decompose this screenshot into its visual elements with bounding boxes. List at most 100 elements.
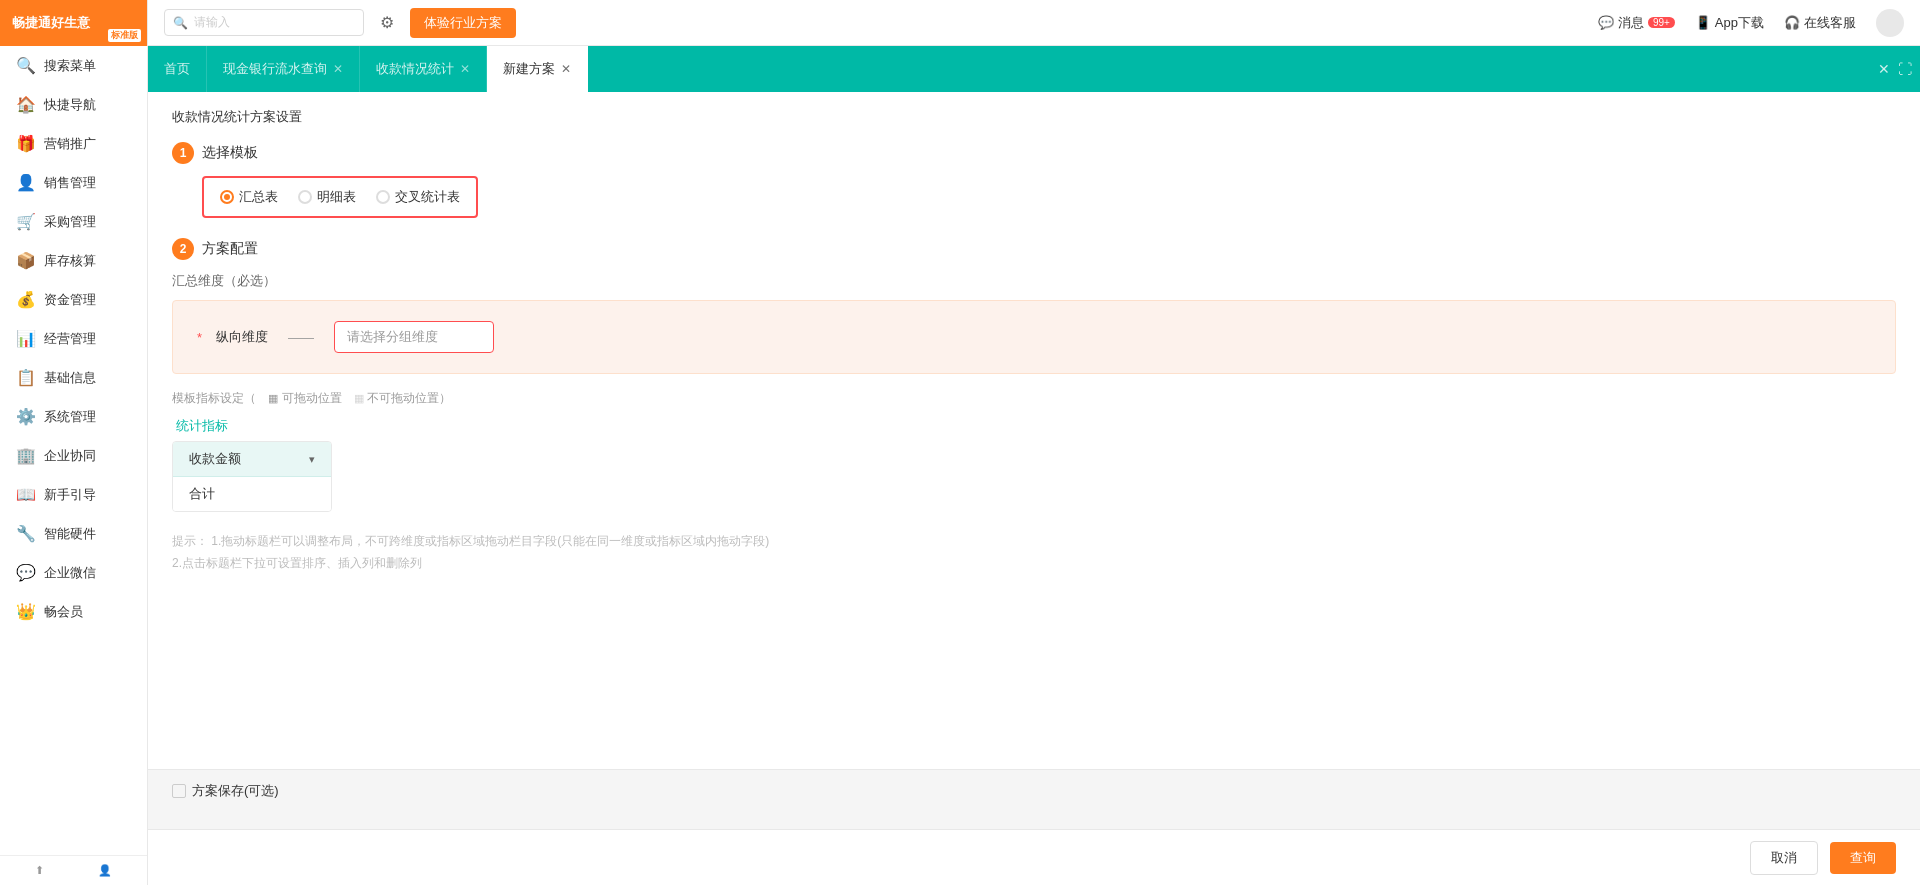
sidebar-item-label: 基础信息 bbox=[44, 369, 96, 387]
user-icon: 👤 bbox=[16, 173, 36, 192]
sidebar-item-wechat[interactable]: 💬 企业微信 bbox=[0, 553, 147, 592]
download-label: App下载 bbox=[1715, 14, 1764, 32]
metrics-section-label: 模板指标设定（ bbox=[172, 390, 256, 407]
metrics-table-header[interactable]: 收款金额 ▾ bbox=[173, 442, 331, 477]
maximize-window-icon[interactable]: ⛶ bbox=[1898, 61, 1912, 77]
drag-handle-icon: ▦ bbox=[268, 392, 278, 405]
sidebar-item-sales[interactable]: 👤 销售管理 bbox=[0, 163, 147, 202]
config-section: 汇总维度（必选） * 纵向维度 —— 请选择分组维度 bbox=[172, 272, 1896, 574]
notification-item[interactable]: 💬 消息 99+ bbox=[1598, 14, 1675, 32]
sidebar-item-label: 营销推广 bbox=[44, 135, 96, 153]
sidebar-logo: 畅捷通好生意 标准版 bbox=[0, 0, 147, 46]
step1-circle: 1 bbox=[172, 142, 194, 164]
gift-icon: 🎁 bbox=[16, 134, 36, 153]
tab-new-label: 新建方案 bbox=[503, 60, 555, 78]
sidebar-item-inventory[interactable]: 📦 库存核算 bbox=[0, 241, 147, 280]
sidebar-item-hardware[interactable]: 🔧 智能硬件 bbox=[0, 514, 147, 553]
step2-label: 方案配置 bbox=[202, 240, 258, 258]
logo-badge: 标准版 bbox=[108, 29, 141, 42]
search-placeholder: 请输入 bbox=[194, 14, 230, 31]
tip-1: 提示： 1.拖动标题栏可以调整布局，不可跨维度或指标区域拖动栏目字段(只能在同一… bbox=[172, 531, 1896, 553]
chevron-down-icon[interactable]: ▾ bbox=[309, 453, 315, 466]
radio-cross-label: 交叉统计表 bbox=[395, 188, 460, 206]
crown-icon: 👑 bbox=[16, 602, 36, 621]
main-area: 🔍 请输入 ⚙ 体验行业方案 💬 消息 99+ 📱 App下载 🎧 在线客服 首… bbox=[148, 0, 1920, 885]
tab-collection[interactable]: 收款情况统计 ✕ bbox=[360, 46, 487, 92]
download-icon: 📱 bbox=[1695, 15, 1711, 30]
draggable-label: 可拖动位置 bbox=[282, 390, 342, 407]
window-controls: ✕ ⛶ bbox=[1870, 46, 1920, 92]
industry-btn[interactable]: 体验行业方案 bbox=[410, 8, 516, 38]
sidebar-bottom-btn2[interactable]: 👤 bbox=[98, 864, 112, 877]
sidebar: 畅捷通好生意 标准版 🔍 搜索菜单 🏠 快捷导航 🎁 营销推广 👤 销售管理 🛒… bbox=[0, 0, 148, 885]
dimension-select[interactable]: 请选择分组维度 bbox=[334, 321, 494, 353]
metric-item-label: 收款金额 bbox=[189, 450, 241, 468]
book-icon: 📖 bbox=[16, 485, 36, 504]
metrics-section: 模板指标设定（ ▦ 可拖动位置 ▦ 不可拖动位置） 统计指标 bbox=[172, 390, 1896, 515]
box-icon: 📦 bbox=[16, 251, 36, 270]
tab-cashbank[interactable]: 现金银行流水查询 ✕ bbox=[207, 46, 360, 92]
cancel-button[interactable]: 取消 bbox=[1750, 841, 1818, 875]
sidebar-item-marketing[interactable]: 🎁 营销推广 bbox=[0, 124, 147, 163]
sidebar-item-search[interactable]: 🔍 搜索菜单 bbox=[0, 46, 147, 85]
non-draggable-indicator: ▦ 不可拖动位置） bbox=[354, 390, 451, 407]
radio-detail-label: 明细表 bbox=[317, 188, 356, 206]
sidebar-item-member[interactable]: 👑 畅会员 bbox=[0, 592, 147, 631]
sidebar-item-label: 企业协同 bbox=[44, 447, 96, 465]
close-icon[interactable]: ✕ bbox=[333, 62, 343, 76]
radio-circle-detail bbox=[298, 190, 312, 204]
settings-icon[interactable]: ⚙ bbox=[380, 13, 394, 32]
tabbar: 首页 现金银行流水查询 ✕ 收款情况统计 ✕ 新建方案 ✕ ✕ ⛶ bbox=[148, 46, 1920, 92]
radio-circle-summary bbox=[220, 190, 234, 204]
radio-detail[interactable]: 明细表 bbox=[298, 188, 356, 206]
gear-icon: ⚙️ bbox=[16, 407, 36, 426]
close-icon[interactable]: ✕ bbox=[561, 62, 571, 76]
search-icon: 🔍 bbox=[16, 56, 36, 75]
sidebar-bottom: ⬆ 👤 bbox=[0, 855, 147, 885]
required-star: * bbox=[197, 330, 202, 345]
notification-label: 消息 bbox=[1618, 14, 1644, 32]
radio-summary[interactable]: 汇总表 bbox=[220, 188, 278, 206]
service-item[interactable]: 🎧 在线客服 bbox=[1784, 14, 1856, 32]
topbar-search-box[interactable]: 🔍 请输入 bbox=[164, 9, 364, 36]
sidebar-item-finance[interactable]: 💰 资金管理 bbox=[0, 280, 147, 319]
query-button[interactable]: 查询 bbox=[1830, 842, 1896, 874]
page-content: 收款情况统计方案设置 1 选择模板 汇总表 明细表 bbox=[148, 92, 1920, 769]
template-selector: 汇总表 明细表 交叉统计表 bbox=[202, 176, 478, 218]
step2-header: 2 方案配置 bbox=[172, 238, 1896, 260]
non-draggable-label: 不可拖动位置） bbox=[367, 391, 451, 405]
home-icon: 🏠 bbox=[16, 95, 36, 114]
sidebar-item-nav[interactable]: 🏠 快捷导航 bbox=[0, 85, 147, 124]
sidebar-item-label: 资金管理 bbox=[44, 291, 96, 309]
save-checkbox[interactable] bbox=[172, 784, 186, 798]
topbar-right: 💬 消息 99+ 📱 App下载 🎧 在线客服 bbox=[1598, 9, 1904, 37]
tip-2: 2.点击标题栏下拉可设置排序、插入列和删除列 bbox=[172, 553, 1896, 575]
radio-cross[interactable]: 交叉统计表 bbox=[376, 188, 460, 206]
metrics-table-row: 合计 bbox=[173, 477, 331, 511]
dimension-row: * 纵向维度 —— 请选择分组维度 bbox=[197, 321, 1871, 353]
sidebar-item-guide[interactable]: 📖 新手引导 bbox=[0, 475, 147, 514]
sidebar-item-system[interactable]: ⚙️ 系统管理 bbox=[0, 397, 147, 436]
sidebar-bottom-btn1[interactable]: ⬆ bbox=[35, 864, 44, 877]
money-icon: 💰 bbox=[16, 290, 36, 309]
tab-home[interactable]: 首页 bbox=[148, 46, 207, 92]
close-window-icon[interactable]: ✕ bbox=[1878, 61, 1890, 77]
sidebar-item-operation[interactable]: 📊 经营管理 bbox=[0, 319, 147, 358]
sidebar-item-purchase[interactable]: 🛒 采购管理 bbox=[0, 202, 147, 241]
sidebar-item-basic[interactable]: 📋 基础信息 bbox=[0, 358, 147, 397]
service-label: 在线客服 bbox=[1804, 14, 1856, 32]
sidebar-item-label: 采购管理 bbox=[44, 213, 96, 231]
message-icon: 💬 bbox=[1598, 15, 1614, 30]
sidebar-item-enterprise[interactable]: 🏢 企业协同 bbox=[0, 436, 147, 475]
vertical-label: 纵向维度 bbox=[216, 328, 268, 346]
tab-new[interactable]: 新建方案 ✕ bbox=[487, 46, 588, 92]
sidebar-item-label: 快捷导航 bbox=[44, 96, 96, 114]
sidebar-item-label: 智能硬件 bbox=[44, 525, 96, 543]
step2-section: 2 方案配置 汇总维度（必选） * 纵向维度 —— 请选择分组维度 bbox=[172, 238, 1896, 574]
tips-section: 提示： 1.拖动标题栏可以调整布局，不可跨维度或指标区域拖动栏目字段(只能在同一… bbox=[172, 531, 1896, 574]
close-icon[interactable]: ✕ bbox=[460, 62, 470, 76]
download-item[interactable]: 📱 App下载 bbox=[1695, 14, 1764, 32]
tab-home-label: 首页 bbox=[164, 60, 190, 78]
user-avatar[interactable] bbox=[1876, 9, 1904, 37]
sidebar-item-label: 库存核算 bbox=[44, 252, 96, 270]
